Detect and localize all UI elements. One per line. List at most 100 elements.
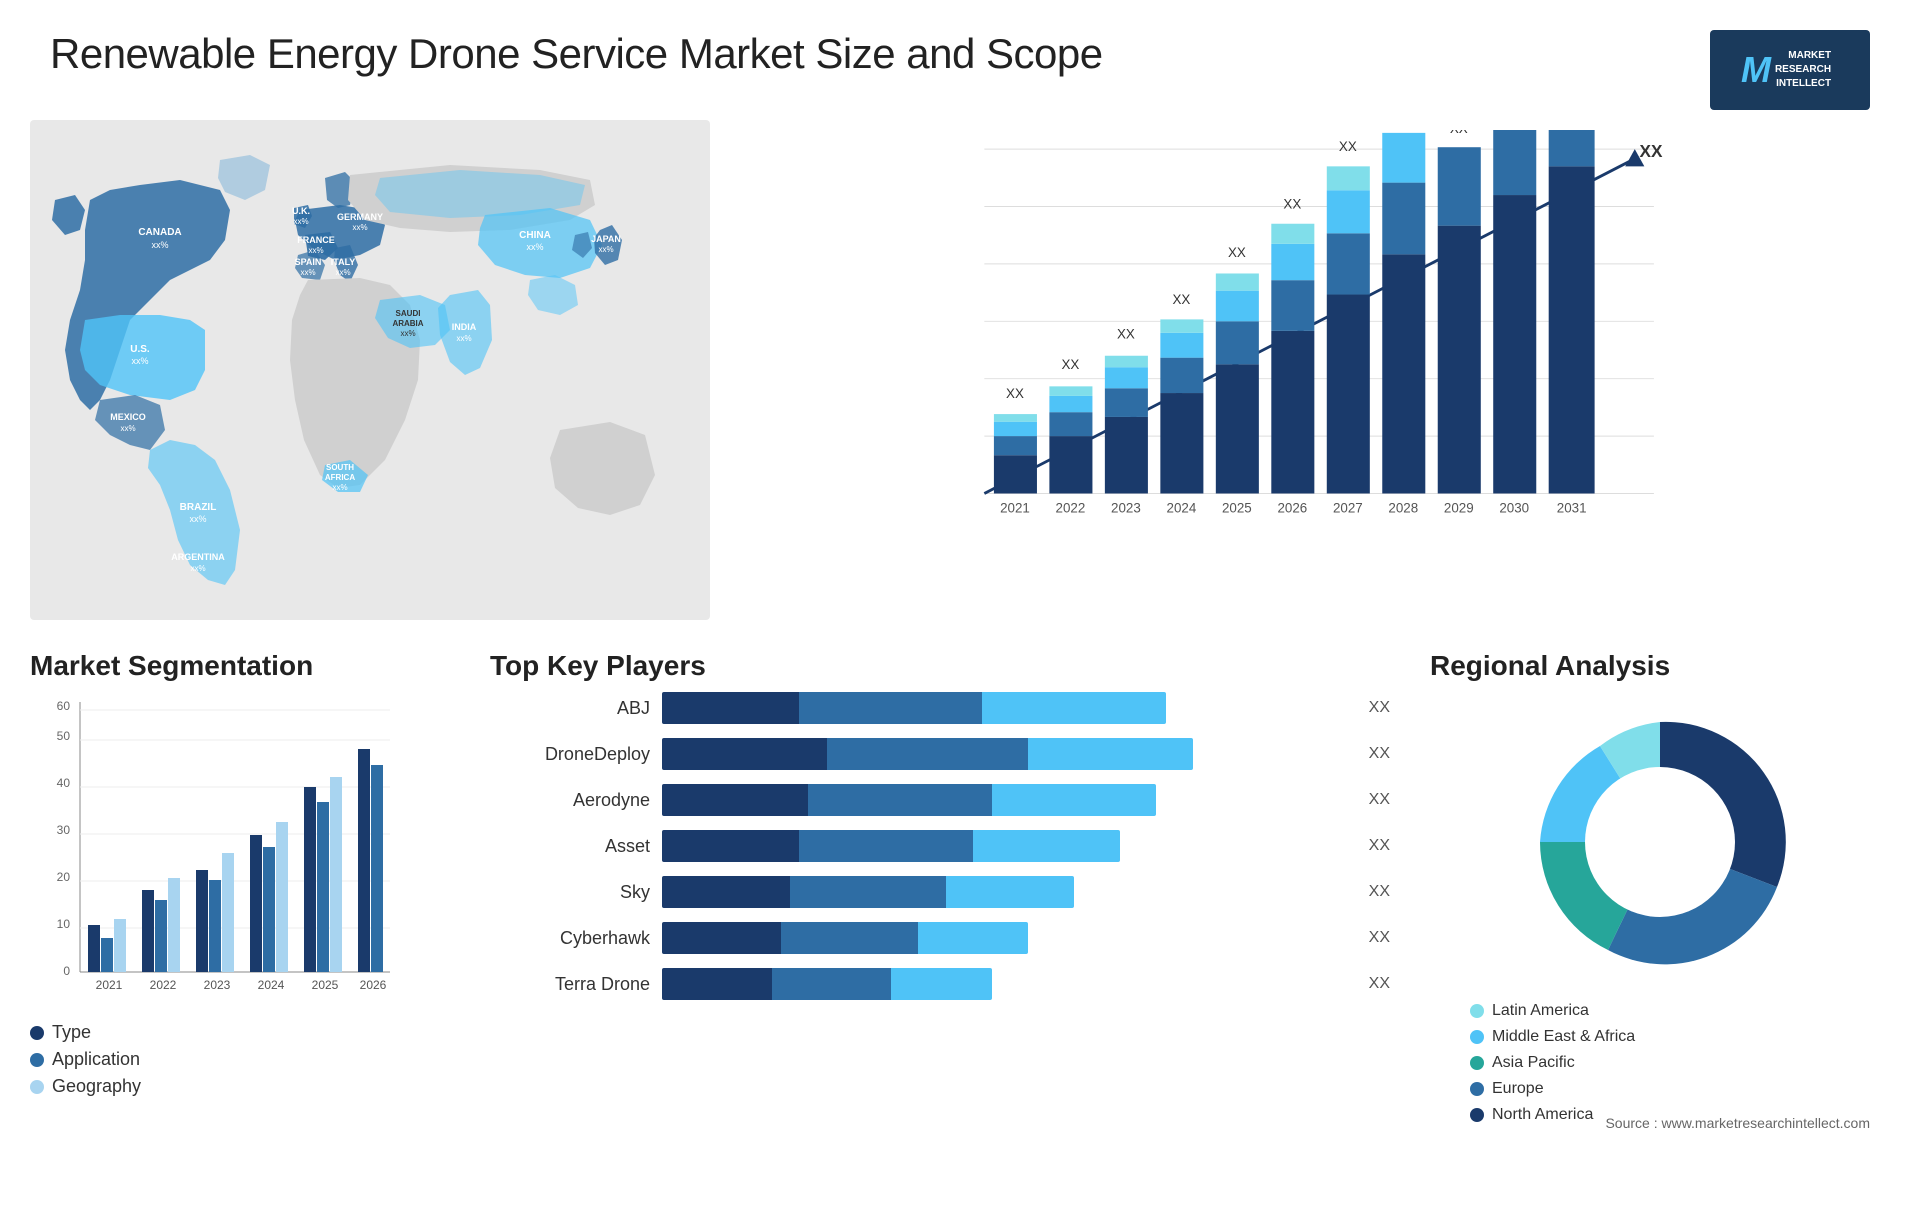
- player-row: Terra DroneXX: [490, 968, 1390, 1000]
- legend-dot-application: [30, 1053, 44, 1067]
- svg-text:AFRICA: AFRICA: [325, 473, 355, 482]
- player-bar-seg2: [772, 968, 891, 1000]
- player-bar-seg2: [799, 692, 982, 724]
- regional-legend: Latin America Middle East & Africa Asia Pa…: [1430, 1002, 1890, 1124]
- svg-text:xx%: xx%: [526, 242, 543, 252]
- svg-text:2025: 2025: [312, 978, 339, 992]
- svg-text:2022: 2022: [150, 978, 177, 992]
- logo-area: M MARKETRESEARCHINTELLECT: [1710, 30, 1870, 110]
- svg-text:2025: 2025: [1222, 501, 1252, 516]
- bar-chart-section: XX XX XX XX: [710, 120, 1890, 640]
- player-name: DroneDeploy: [490, 744, 650, 765]
- logo-m-icon: M: [1741, 49, 1771, 91]
- legend-dot-geography: [30, 1080, 44, 1094]
- svg-text:CANADA: CANADA: [138, 227, 181, 238]
- player-xx-label: XX: [1369, 791, 1390, 809]
- reg-legend-dot: [1470, 1030, 1484, 1044]
- player-xx-label: XX: [1369, 837, 1390, 855]
- svg-text:MEXICO: MEXICO: [110, 412, 146, 422]
- svg-text:xx%: xx%: [151, 240, 168, 250]
- player-bar: [662, 830, 1120, 862]
- seg-chart-container: 0 10 20 30 40 50 60: [30, 692, 410, 1012]
- player-bar-container: [662, 876, 1349, 908]
- player-bar-seg3: [992, 784, 1157, 816]
- bar-chart: XX XX XX XX: [730, 130, 1870, 570]
- donut-chart-container: [1510, 692, 1810, 992]
- player-bar-seg3: [1028, 738, 1193, 770]
- player-row: ABJXX: [490, 692, 1390, 724]
- svg-text:2022: 2022: [1056, 501, 1086, 516]
- seg-legend: Type Application Geography: [30, 1022, 450, 1097]
- svg-text:XX: XX: [1006, 386, 1024, 401]
- svg-text:30: 30: [57, 823, 71, 837]
- svg-text:XX: XX: [1228, 245, 1246, 260]
- svg-text:2024: 2024: [258, 978, 285, 992]
- seg-chart: 0 10 20 30 40 50 60: [30, 692, 410, 1012]
- segmentation-section: Market Segmentation 0 10 20 30 40 50 60: [30, 650, 450, 1210]
- player-bar-seg2: [827, 738, 1028, 770]
- svg-text:CHINA: CHINA: [519, 230, 551, 241]
- svg-text:2024: 2024: [1167, 501, 1197, 516]
- svg-text:2027: 2027: [1333, 501, 1363, 516]
- reg-legend-label: Latin America: [1492, 1002, 1589, 1020]
- players-section: Top Key Players ABJXXDroneDeployXXAerody…: [470, 650, 1410, 1210]
- svg-text:U.K.: U.K.: [292, 206, 310, 216]
- reg-legend-dot: [1470, 1004, 1484, 1018]
- reg-legend-label: Asia Pacific: [1492, 1054, 1575, 1072]
- donut-chart: [1510, 692, 1810, 992]
- svg-text:XX: XX: [1283, 196, 1301, 211]
- svg-text:xx%: xx%: [400, 329, 415, 338]
- player-bar: [662, 784, 1156, 816]
- svg-text:2023: 2023: [1111, 501, 1141, 516]
- svg-text:2021: 2021: [96, 978, 123, 992]
- svg-text:U.S.: U.S.: [130, 344, 150, 355]
- svg-text:2026: 2026: [360, 978, 387, 992]
- reg-legend-label: Middle East & Africa: [1492, 1028, 1635, 1046]
- player-bar-seg1: [662, 692, 799, 724]
- player-row: CyberhawkXX: [490, 922, 1390, 954]
- svg-text:xx%: xx%: [120, 424, 135, 433]
- player-xx-label: XX: [1369, 975, 1390, 993]
- svg-text:2026: 2026: [1277, 501, 1307, 516]
- player-bar: [662, 922, 1028, 954]
- logo-text: MARKETRESEARCHINTELLECT: [1775, 49, 1839, 91]
- source-text: Source : www.marketresearchintellect.com: [1605, 1115, 1870, 1131]
- legend-label-type: Type: [52, 1022, 91, 1043]
- svg-text:2028: 2028: [1388, 501, 1418, 516]
- player-row: DroneDeployXX: [490, 738, 1390, 770]
- player-bar-seg1: [662, 784, 808, 816]
- svg-text:SOUTH: SOUTH: [326, 463, 354, 472]
- player-bar-seg2: [781, 922, 918, 954]
- player-bar-seg1: [662, 968, 772, 1000]
- legend-item-application: Application: [30, 1049, 450, 1070]
- player-bar-container: [662, 968, 1349, 1000]
- svg-text:2021: 2021: [1000, 501, 1030, 516]
- svg-text:xx%: xx%: [131, 356, 148, 366]
- player-bar: [662, 738, 1193, 770]
- svg-text:XX: XX: [1062, 357, 1080, 372]
- svg-text:20: 20: [57, 870, 71, 884]
- player-xx-label: XX: [1369, 699, 1390, 717]
- svg-text:ITALY: ITALY: [331, 257, 356, 267]
- header: Renewable Energy Drone Service Market Si…: [0, 0, 1920, 120]
- players-title: Top Key Players: [490, 650, 1390, 682]
- player-bar: [662, 876, 1074, 908]
- svg-text:0: 0: [63, 964, 70, 978]
- player-name: Aerodyne: [490, 790, 650, 811]
- player-bar-seg1: [662, 876, 790, 908]
- svg-text:2031: 2031: [1557, 501, 1587, 516]
- player-bar-container: [662, 830, 1349, 862]
- reg-legend-item: Asia Pacific: [1470, 1054, 1890, 1072]
- svg-text:ARGENTINA: ARGENTINA: [171, 552, 225, 562]
- svg-text:XX: XX: [1117, 327, 1135, 342]
- svg-text:xx%: xx%: [300, 268, 315, 277]
- player-row: AssetXX: [490, 830, 1390, 862]
- page-title: Renewable Energy Drone Service Market Si…: [50, 30, 1103, 78]
- svg-text:xx%: xx%: [335, 268, 350, 277]
- player-bar-container: [662, 738, 1349, 770]
- legend-item-type: Type: [30, 1022, 450, 1043]
- svg-text:XX: XX: [1450, 130, 1468, 136]
- svg-text:xx%: xx%: [598, 245, 613, 254]
- legend-dot-type: [30, 1026, 44, 1040]
- reg-legend-label: North America: [1492, 1106, 1593, 1124]
